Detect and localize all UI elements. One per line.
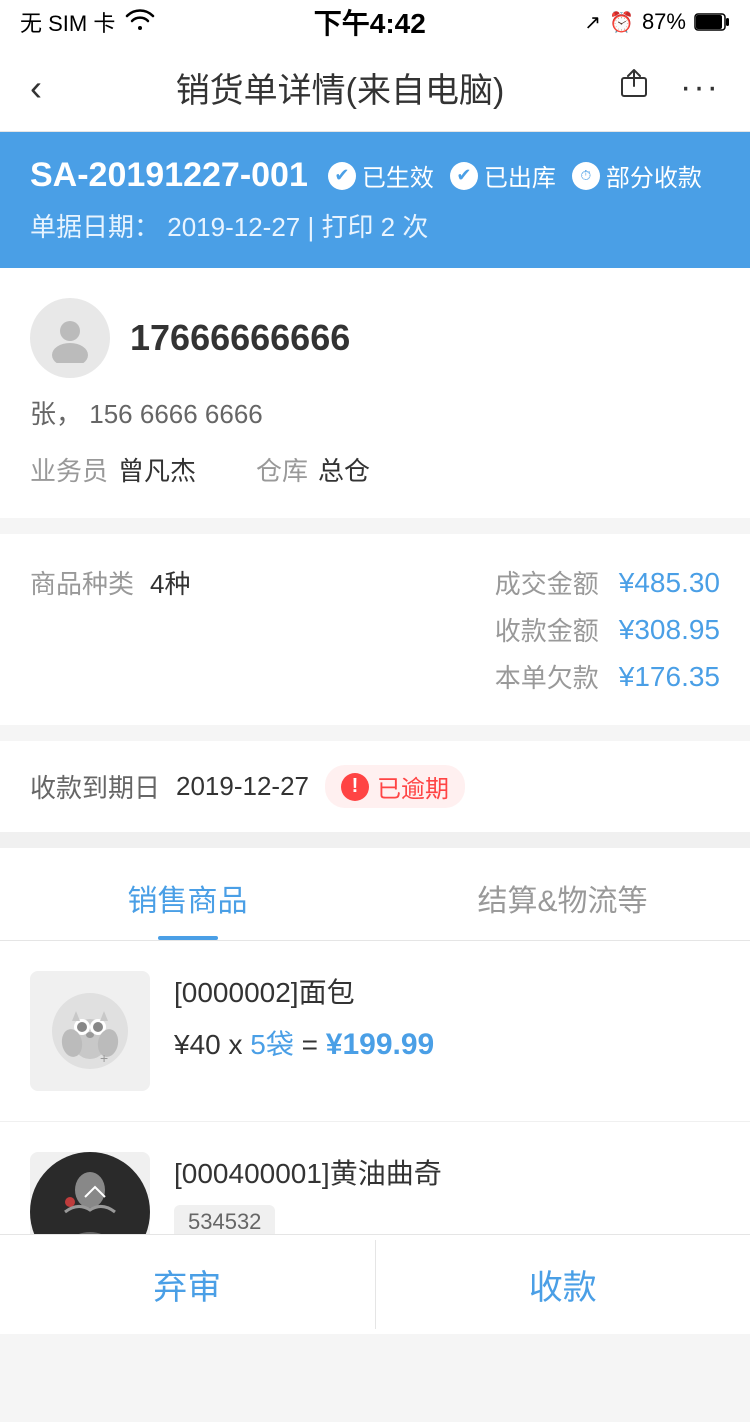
no-sim-label: 无 SIM 卡 bbox=[20, 6, 115, 38]
product-code: [000400001] bbox=[174, 1158, 330, 1189]
received-row: 收款金额 ¥308.95 bbox=[495, 611, 720, 648]
product-type-count: 4种 bbox=[150, 564, 190, 601]
product-info: [0000002]面包 ¥40 x 5袋 = ¥199.99 bbox=[174, 971, 720, 1063]
order-header: SA-20191227-001 ✔ 已生效 ✔ 已出库 ⏱ 部分收款 单据日期：… bbox=[0, 132, 750, 268]
confirm-button[interactable]: 收款 bbox=[376, 1240, 750, 1329]
amount-label: 成交金额 bbox=[495, 564, 599, 601]
balance-label: 本单欠款 bbox=[495, 658, 599, 695]
product-price-row: ¥40 x 5袋 = ¥199.99 bbox=[174, 1023, 720, 1063]
customer-section: 17666666666 张， 156 6666 6666 业务员 曾凡杰 仓库 … bbox=[0, 268, 750, 518]
customer-row: 17666666666 bbox=[30, 298, 720, 378]
amounts-group: 成交金额 ¥485.30 收款金额 ¥308.95 本单欠款 ¥176.35 bbox=[495, 564, 720, 695]
tab-bar: 销售商品 结算&物流等 bbox=[0, 848, 750, 941]
product-name: [000400001]黄油曲奇 bbox=[174, 1152, 720, 1192]
received-value: ¥308.95 bbox=[619, 614, 720, 646]
badge-effective: ✔ 已生效 bbox=[328, 158, 434, 193]
confirm-label: 收款 bbox=[529, 1269, 597, 1307]
tab-products[interactable]: 销售商品 bbox=[0, 848, 375, 940]
page-title: 销货单详情(来自电脑) bbox=[62, 63, 618, 112]
partial-icon: ⏱ bbox=[572, 162, 600, 190]
section-divider bbox=[0, 832, 750, 848]
due-label: 收款到期日 bbox=[30, 768, 160, 805]
nav-actions: ··· bbox=[618, 68, 720, 108]
salesperson-label: 业务员 bbox=[30, 451, 108, 488]
balance-row: 本单欠款 ¥176.35 bbox=[495, 658, 720, 695]
overdue-badge: ! 已逾期 bbox=[325, 765, 465, 808]
tab-settlement-label: 结算&物流等 bbox=[477, 885, 647, 918]
amount-value: ¥485.30 bbox=[619, 567, 720, 599]
amount-row: 成交金额 ¥485.30 bbox=[495, 564, 720, 601]
salesperson-value: 曾凡杰 bbox=[118, 451, 196, 488]
more-button[interactable]: ··· bbox=[680, 68, 720, 107]
badge-shipped: ✔ 已出库 bbox=[450, 158, 556, 193]
order-date: 2019-12-27 bbox=[167, 212, 300, 242]
status-bar: 无 SIM 卡 下午4:42 ↗ ⏰ 87% bbox=[0, 0, 750, 44]
shipped-label: 已出库 bbox=[484, 158, 556, 193]
bottom-bar: 弃审 收款 bbox=[0, 1234, 750, 1334]
product-title: 黄油曲奇 bbox=[330, 1158, 442, 1189]
product-type-label: 商品种类 bbox=[30, 564, 134, 601]
overdue-icon: ! bbox=[341, 773, 369, 801]
back-button[interactable]: ‹ bbox=[30, 67, 42, 109]
avatar bbox=[30, 298, 110, 378]
status-right: ↗ ⏰ 87% bbox=[584, 9, 730, 35]
customer-name-text: 张， bbox=[30, 399, 82, 429]
location-icon: ↗ bbox=[584, 10, 601, 35]
salesperson-item: 业务员 曾凡杰 bbox=[30, 451, 196, 488]
battery-label: 87% bbox=[642, 9, 686, 35]
tab-settlement[interactable]: 结算&物流等 bbox=[375, 848, 750, 940]
balance-value: ¥176.35 bbox=[619, 661, 720, 693]
equals: = bbox=[294, 1029, 326, 1060]
shipped-icon: ✔ bbox=[450, 162, 478, 190]
quantity: 5袋 bbox=[250, 1029, 294, 1060]
effective-icon: ✔ bbox=[328, 162, 356, 190]
cancel-label: 弃审 bbox=[153, 1269, 221, 1307]
order-id-row: SA-20191227-001 ✔ 已生效 ✔ 已出库 ⏱ 部分收款 bbox=[30, 156, 720, 195]
order-id: SA-20191227-001 bbox=[30, 156, 308, 195]
order-date-row: 单据日期： 2019-12-27 | 打印 2 次 bbox=[30, 207, 720, 244]
stats-row: 商品种类 4种 成交金额 ¥485.30 收款金额 ¥308.95 本单欠款 ¥… bbox=[30, 564, 720, 695]
stats-section: 商品种类 4种 成交金额 ¥485.30 收款金额 ¥308.95 本单欠款 ¥… bbox=[0, 534, 750, 725]
product-type-group: 商品种类 4种 bbox=[30, 564, 190, 601]
status-badges: ✔ 已生效 ✔ 已出库 ⏱ 部分收款 bbox=[328, 158, 702, 193]
customer-phone: 17666666666 bbox=[130, 317, 350, 359]
unit-price: ¥40 x bbox=[174, 1029, 250, 1060]
date-label: 单据日期： bbox=[30, 212, 160, 242]
product-code: [0000002] bbox=[174, 977, 299, 1008]
total-price: ¥199.99 bbox=[326, 1028, 434, 1061]
status-time: 下午4:42 bbox=[314, 2, 426, 42]
product-title: 面包 bbox=[299, 977, 355, 1008]
warehouse-label: 仓库 bbox=[256, 451, 308, 488]
customer-sub: 张， 156 6666 6666 bbox=[30, 394, 720, 431]
partial-label: 部分收款 bbox=[606, 158, 702, 193]
customer-meta: 业务员 曾凡杰 仓库 总仓 bbox=[30, 451, 720, 488]
badge-partial: ⏱ 部分收款 bbox=[572, 158, 702, 193]
battery-icon bbox=[694, 13, 730, 31]
print-info: | 打印 2 次 bbox=[307, 212, 428, 242]
product-name: [0000002]面包 bbox=[174, 971, 720, 1011]
cancel-button[interactable]: 弃审 bbox=[0, 1240, 376, 1329]
wifi-icon bbox=[125, 8, 155, 36]
received-label: 收款金额 bbox=[495, 611, 599, 648]
overdue-text: 已逾期 bbox=[377, 769, 449, 804]
warehouse-value: 总仓 bbox=[318, 451, 370, 488]
customer-contact: 156 6666 6666 bbox=[89, 399, 263, 429]
share-button[interactable] bbox=[618, 68, 650, 108]
alarm-icon: ⏰ bbox=[609, 10, 634, 35]
bottom-spacer bbox=[0, 1322, 750, 1422]
product-thumbnail: + bbox=[30, 971, 150, 1091]
due-date: 2019-12-27 bbox=[176, 771, 309, 802]
warehouse-item: 仓库 总仓 bbox=[256, 451, 370, 488]
nav-bar: ‹ 销货单详情(来自电脑) ··· bbox=[0, 44, 750, 132]
tab-products-label: 销售商品 bbox=[128, 885, 248, 918]
status-left: 无 SIM 卡 bbox=[20, 6, 155, 38]
effective-label: 已生效 bbox=[362, 158, 434, 193]
due-section: 收款到期日 2019-12-27 ! 已逾期 bbox=[0, 741, 750, 832]
svg-text:+: + bbox=[100, 1050, 108, 1066]
product-item: + [0000002]面包 ¥40 x 5袋 = ¥199.99 bbox=[0, 941, 750, 1122]
